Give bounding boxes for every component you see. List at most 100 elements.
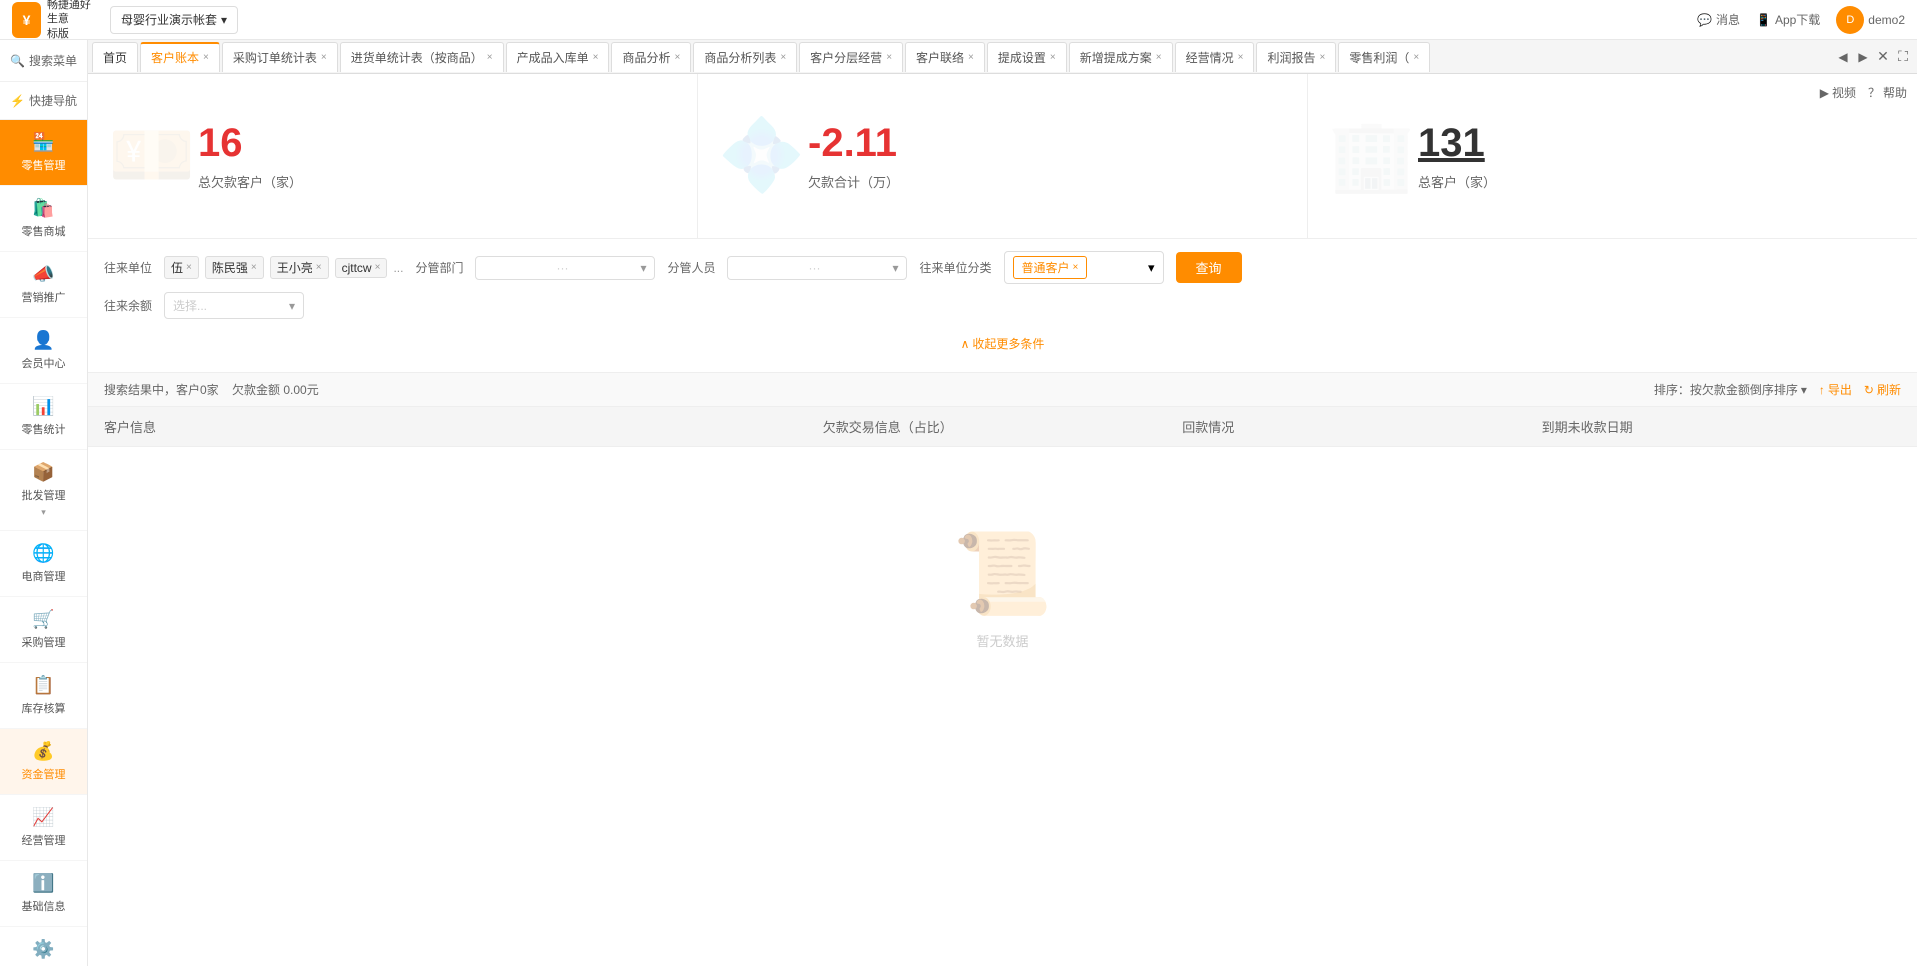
- sidebar-item-basic-info[interactable]: ℹ️ 基础信息: [0, 861, 87, 927]
- tab-retail-profit[interactable]: 零售利润（ ×: [1338, 42, 1430, 72]
- empty-text: 暂无数据: [976, 631, 1028, 650]
- logo-icon: ¥: [12, 2, 41, 38]
- tab-scroll-right[interactable]: ▶: [1853, 47, 1873, 67]
- export-btn[interactable]: ↑ 导出: [1819, 381, 1852, 398]
- stat-total-customers-label: 总客户（家）: [1418, 172, 1496, 191]
- tab-close-icon[interactable]: ×: [1319, 52, 1325, 63]
- filter-row-2: 往来余额 选择... ▾: [104, 292, 1901, 319]
- tab-close-icon[interactable]: ×: [674, 52, 680, 63]
- tab-close-icon[interactable]: ×: [1413, 52, 1419, 63]
- sidebar-item-marketing[interactable]: 📣 营销推广: [0, 252, 87, 318]
- tab-goods-analysis[interactable]: 商品分析 ×: [611, 42, 691, 72]
- tab-fullscreen[interactable]: ⛶: [1893, 47, 1913, 67]
- filter-tag-cjttcw: cjttcw ×: [335, 258, 388, 278]
- person-filter-label: 分管人员: [667, 259, 715, 276]
- table-col-customer-info: 客户信息: [104, 417, 823, 436]
- category-selector[interactable]: 普通客户 × ▾: [1004, 251, 1164, 284]
- tab-close-icon[interactable]: ×: [203, 52, 209, 63]
- unit-filter-label: 往来单位: [104, 259, 152, 276]
- tab-actions: ◀ ▶ ✕ ⛶: [1833, 47, 1913, 67]
- tab-goods-analysis-list[interactable]: 商品分析列表 ×: [693, 42, 797, 72]
- tab-home[interactable]: 首页: [92, 42, 138, 72]
- sidebar-item-operation[interactable]: 📈 经营管理: [0, 795, 87, 861]
- sidebar-item-retail-mgmt[interactable]: 🏪 零售管理: [0, 120, 87, 186]
- tab-close-icon[interactable]: ×: [886, 52, 892, 63]
- person-selector[interactable]: ··· ▾: [727, 256, 907, 280]
- video-btn[interactable]: ▶ 视频: [1820, 84, 1856, 101]
- sidebar-item-wholesale[interactable]: 📦 批发管理 ▾: [0, 450, 87, 531]
- tab-customer-ledger[interactable]: 客户账本 ×: [140, 42, 220, 72]
- tab-close-icon[interactable]: ×: [780, 52, 786, 63]
- sidebar-item-ecommerce[interactable]: 🌐 电商管理: [0, 531, 87, 597]
- tag-close-chen[interactable]: ×: [251, 262, 257, 273]
- tag-close-cjttcw[interactable]: ×: [375, 262, 381, 273]
- collapse-row: ∧ 收起更多条件: [104, 327, 1901, 360]
- sort-selector[interactable]: 排序：按欠款金额倒序排序 ▾: [1654, 381, 1807, 398]
- company-selector[interactable]: 母婴行业演示帐套 ▾: [110, 6, 238, 34]
- tab-close-icon[interactable]: ×: [1156, 52, 1162, 63]
- table-col-overdue: 到期未收款日期: [1542, 417, 1901, 436]
- sidebar-item-retail-stats[interactable]: 📊 零售统计: [0, 384, 87, 450]
- tab-bar: 首页 客户账本 × 采购订单统计表 × 进货单统计表（按商品） × 产成品入库单…: [88, 40, 1917, 74]
- collapse-btn[interactable]: ∧ 收起更多条件: [957, 331, 1049, 356]
- tab-close-icon[interactable]: ×: [1238, 52, 1244, 63]
- stat-owed-customers-label: 总欠款客户（家）: [198, 172, 302, 191]
- query-button[interactable]: 查询: [1176, 252, 1242, 283]
- balance-filter-label: 往来余额: [104, 297, 152, 314]
- result-bar: 搜索结果中，客户0家 欠款金额 0.00元 排序：按欠款金额倒序排序 ▾ ↑ 导…: [88, 373, 1917, 407]
- filter-tag-wang: 王小亮 ×: [270, 256, 329, 279]
- tab-product-inbound[interactable]: 产成品入库单 ×: [506, 42, 610, 72]
- tab-add-commission[interactable]: 新增提成方案 ×: [1069, 42, 1173, 72]
- tab-purchase-order[interactable]: 采购订单统计表 ×: [222, 42, 338, 72]
- logo-text: 畅捷通好生意 标版: [47, 0, 100, 41]
- help-btn[interactable]: ？ 帮助: [1868, 84, 1907, 101]
- filter-tag-wu: 伍 ×: [164, 256, 199, 279]
- sidebar-quick-nav[interactable]: ⚡ 快捷导航: [0, 82, 87, 120]
- category-filter-label: 往来单位分类: [919, 259, 991, 276]
- empty-icon: 📜: [953, 527, 1053, 621]
- refresh-btn[interactable]: ↻ 刷新: [1864, 381, 1901, 398]
- category-tag-close[interactable]: ×: [1073, 262, 1079, 273]
- tab-customer-contact[interactable]: 客户联络 ×: [905, 42, 985, 72]
- tab-operation[interactable]: 经营情况 ×: [1175, 42, 1255, 72]
- sidebar-item-finance[interactable]: 💰 资金管理: [0, 729, 87, 795]
- tab-profit-report[interactable]: 利润报告 ×: [1256, 42, 1336, 72]
- dept-selector[interactable]: ··· ▾: [475, 256, 655, 280]
- table-col-debt-info: 欠款交易信息（占比）: [823, 417, 1182, 436]
- tab-scroll-left[interactable]: ◀: [1833, 47, 1853, 67]
- tag-close-wu[interactable]: ×: [186, 262, 192, 273]
- top-right-area: 💬 消息 📱 App下载 D demo2: [1697, 6, 1905, 34]
- tab-customer-layer[interactable]: 客户分层经营 ×: [799, 42, 903, 72]
- filter-more-tags[interactable]: ...: [393, 261, 403, 275]
- tag-close-wang[interactable]: ×: [316, 262, 322, 273]
- sidebar-item-retail-mall[interactable]: 🛍️ 零售商城: [0, 186, 87, 252]
- dept-filter-label: 分管部门: [415, 259, 463, 276]
- message-btn[interactable]: 💬 消息: [1697, 11, 1740, 28]
- table-col-repayment: 回款情况: [1182, 417, 1541, 436]
- stat-block-owed-total: 💠 -2.11 欠款合计（万）: [698, 74, 1308, 238]
- filter-row-1: 往来单位 伍 × 陈民强 × 王小亮: [104, 251, 1901, 284]
- tab-close-all[interactable]: ✕: [1873, 47, 1893, 67]
- tab-close-icon[interactable]: ×: [593, 52, 599, 63]
- user-avatar[interactable]: D demo2: [1836, 6, 1905, 34]
- sidebar-search[interactable]: 🔍 搜索菜单: [0, 40, 87, 82]
- tab-close-icon[interactable]: ×: [487, 52, 493, 63]
- stat-total-customers-number: 131: [1418, 121, 1496, 166]
- sidebar-item-purchase[interactable]: 🛒 采购管理: [0, 597, 87, 663]
- tab-commission[interactable]: 提成设置 ×: [987, 42, 1067, 72]
- sidebar-item-member[interactable]: 👤 会员中心: [0, 318, 87, 384]
- stat-block-total-customers: 🏢 131 总客户（家） ▶ 视频 ？ 帮助: [1308, 74, 1917, 238]
- table-header: 客户信息 欠款交易信息（占比） 回款情况 到期未收款日期: [88, 407, 1917, 447]
- sidebar-item-system[interactable]: ⚙️ 系统管理: [0, 927, 87, 966]
- app-download-btn[interactable]: 📱 App下载: [1756, 11, 1820, 28]
- sidebar-item-inventory[interactable]: 📋 库存核算: [0, 663, 87, 729]
- filter-area: 往来单位 伍 × 陈民强 × 王小亮: [88, 239, 1917, 373]
- empty-state: 📜 暂无数据: [88, 447, 1917, 730]
- balance-selector[interactable]: 选择... ▾: [164, 292, 304, 319]
- tab-goods-stats[interactable]: 进货单统计表（按商品） ×: [340, 42, 504, 72]
- stat-owed-total-label: 欠款合计（万）: [808, 172, 899, 191]
- filter-tag-chen: 陈民强 ×: [205, 256, 264, 279]
- tab-close-icon[interactable]: ×: [968, 52, 974, 63]
- tab-close-icon[interactable]: ×: [1050, 52, 1056, 63]
- tab-close-icon[interactable]: ×: [321, 52, 327, 63]
